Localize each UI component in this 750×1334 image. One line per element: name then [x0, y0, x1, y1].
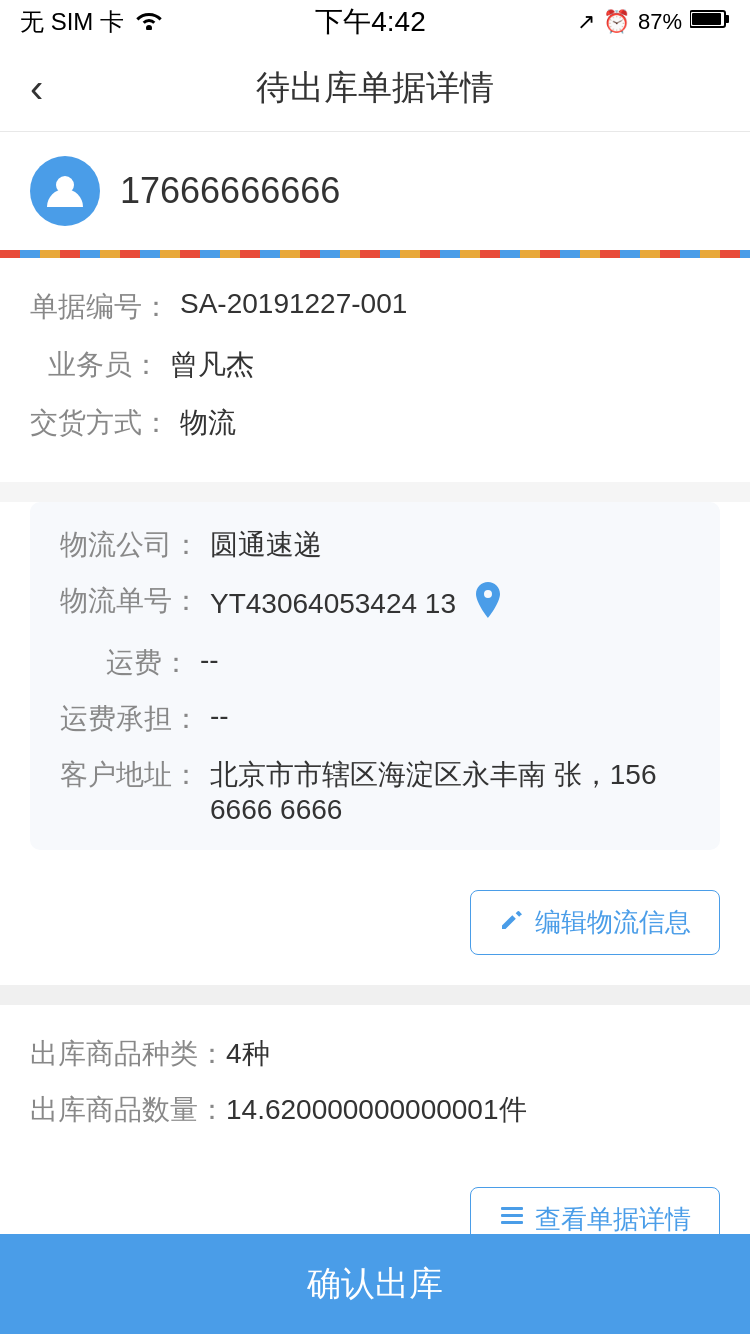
status-time: 下午4:42 [315, 3, 426, 41]
alarm-icon: ⏰ [603, 9, 630, 35]
confirm-label: 确认出库 [307, 1261, 443, 1307]
edit-logistics-button[interactable]: 编辑物流信息 [470, 890, 720, 955]
freight-label: 运费： [60, 644, 200, 682]
salesperson-value: 曾凡杰 [170, 346, 720, 384]
address-label: 客户地址： [60, 756, 210, 794]
view-detail-label: 查看单据详情 [535, 1202, 691, 1237]
logistics-company-row: 物流公司： 圆通速递 [60, 526, 690, 564]
svg-rect-2 [692, 13, 721, 25]
freight-bearer-row: 运费承担： -- [60, 700, 690, 738]
delivery-method-row: 交货方式： 物流 [30, 404, 720, 442]
list-icon [499, 1203, 525, 1236]
goods-quantity-row: 出库商品数量： 14.620000000000001件 [30, 1091, 720, 1129]
logistics-tracking-value: YT43064053424 13 [210, 582, 690, 626]
svg-rect-4 [501, 1207, 523, 1210]
edit-logistics-area: 编辑物流信息 [0, 870, 750, 985]
goods-types-value: 4种 [226, 1035, 720, 1073]
order-number-row: 单据编号： SA-20191227-001 [30, 288, 720, 326]
status-left: 无 SIM 卡 [20, 6, 164, 38]
svg-rect-6 [501, 1221, 523, 1224]
order-info-section: 单据编号： SA-20191227-001 业务员： 曾凡杰 交货方式： 物流 [0, 258, 750, 482]
logistics-company-label: 物流公司： [60, 526, 210, 564]
edit-icon [499, 906, 525, 939]
nav-bar: ‹ 待出库单据详情 [0, 44, 750, 132]
salesperson-label: 业务员： [30, 346, 170, 384]
delivery-method-value: 物流 [180, 404, 720, 442]
order-number-value: SA-20191227-001 [180, 288, 720, 320]
goods-section: 出库商品种类： 4种 出库商品数量： 14.620000000000001件 [0, 1005, 750, 1167]
delivery-method-label: 交货方式： [30, 404, 180, 442]
svg-rect-1 [725, 15, 729, 23]
svg-rect-5 [501, 1214, 523, 1217]
decorative-divider [0, 250, 750, 258]
goods-types-row: 出库商品种类： 4种 [30, 1035, 720, 1073]
address-row: 客户地址： 北京市市辖区海淀区永丰南 张，156 6666 6666 [60, 756, 690, 826]
logistics-tracking-row: 物流单号： YT43064053424 13 [60, 582, 690, 626]
logistics-card: 物流公司： 圆通速递 物流单号： YT43064053424 13 运费： --… [30, 502, 720, 850]
wifi-icon [134, 8, 164, 36]
battery-icon [690, 9, 730, 35]
status-bar: 无 SIM 卡 下午4:42 ↗ ⏰ 87% [0, 0, 750, 44]
freight-bearer-value: -- [210, 700, 690, 732]
page-title: 待出库单据详情 [256, 65, 494, 111]
back-button[interactable]: ‹ [30, 68, 43, 108]
address-value: 北京市市辖区海淀区永丰南 张，156 6666 6666 [210, 756, 690, 826]
status-right: ↗ ⏰ 87% [577, 9, 730, 35]
avatar [30, 156, 100, 226]
tracking-location-icon[interactable] [472, 582, 504, 626]
edit-logistics-label: 编辑物流信息 [535, 905, 691, 940]
order-number-label: 单据编号： [30, 288, 180, 326]
customer-phone: 17666666666 [120, 170, 340, 212]
freight-row: 运费： -- [60, 644, 690, 682]
section-divider [0, 985, 750, 1005]
confirm-bar[interactable]: 确认出库 [0, 1234, 750, 1334]
location-status-icon: ↗ [577, 9, 595, 35]
salesperson-row: 业务员： 曾凡杰 [30, 346, 720, 384]
customer-header: 17666666666 [0, 132, 750, 250]
goods-quantity-value: 14.620000000000001件 [226, 1091, 720, 1129]
goods-types-label: 出库商品种类： [30, 1035, 226, 1073]
carrier-label: 无 SIM 卡 [20, 6, 124, 38]
freight-value: -- [200, 644, 690, 676]
goods-quantity-label: 出库商品数量： [30, 1091, 226, 1129]
logistics-tracking-label: 物流单号： [60, 582, 210, 620]
freight-bearer-label: 运费承担： [60, 700, 210, 738]
logistics-company-value: 圆通速递 [210, 526, 690, 564]
battery-label: 87% [638, 9, 682, 35]
